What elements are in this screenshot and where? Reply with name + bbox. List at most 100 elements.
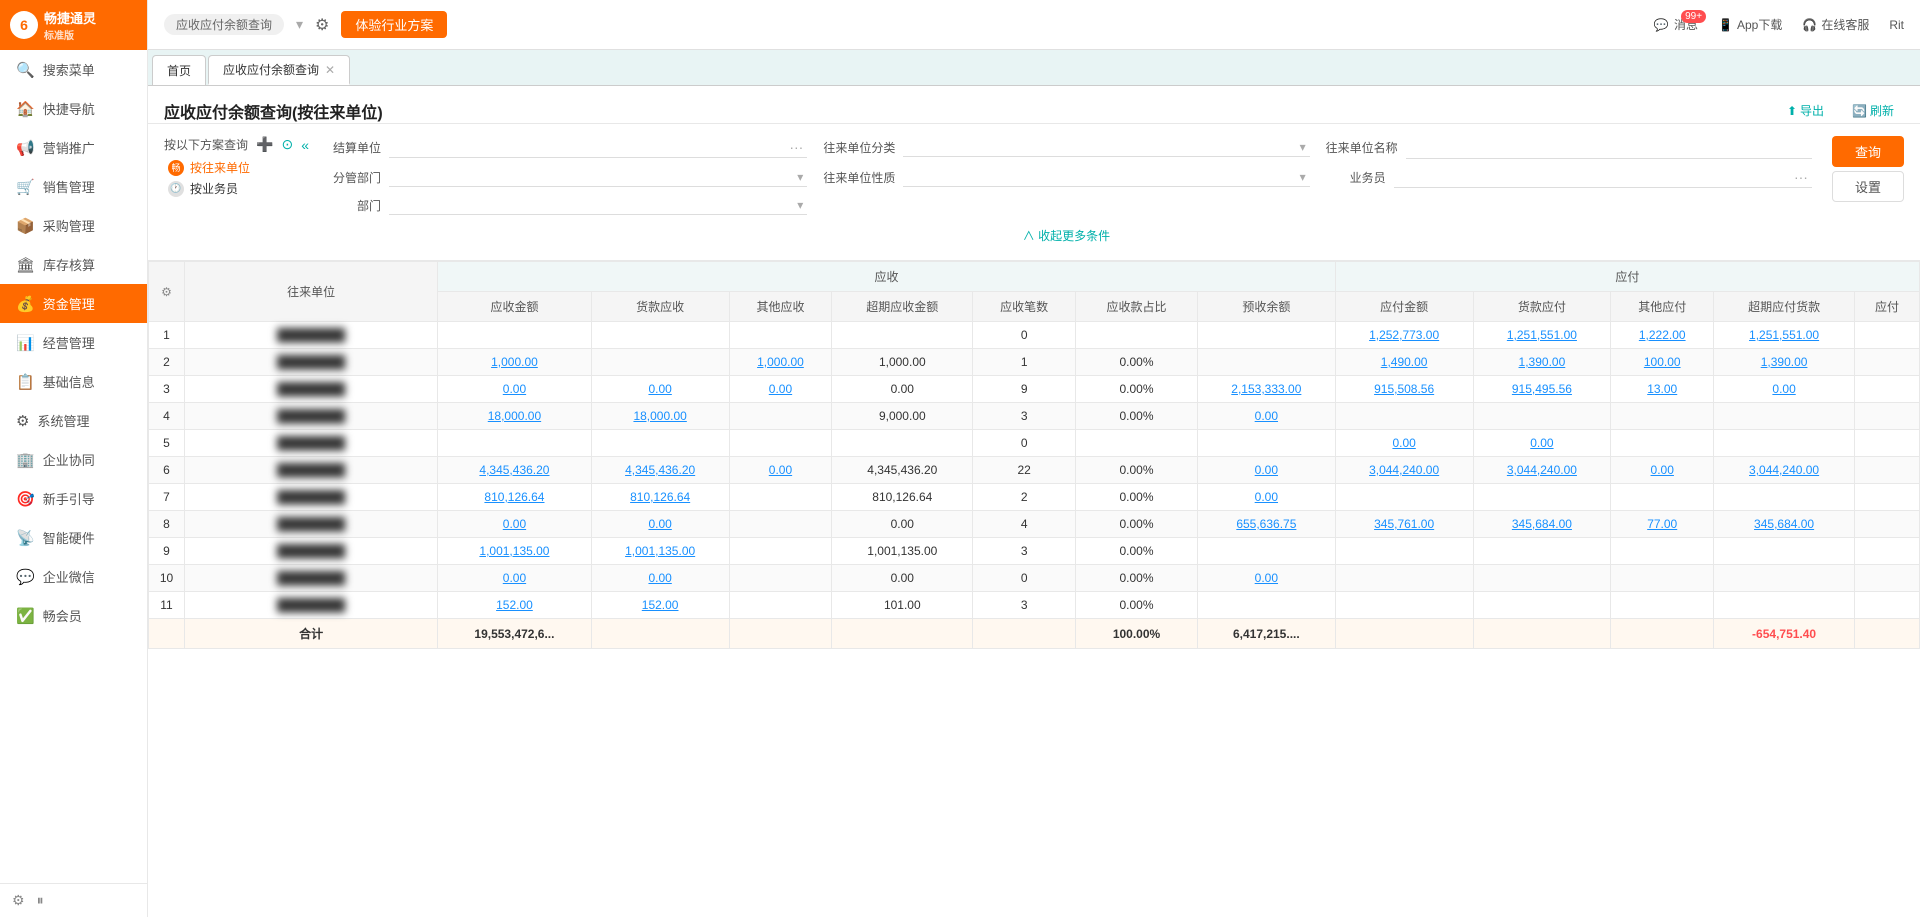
row-recv-amount-3: 18,000.00 — [438, 403, 592, 430]
row-recv-amount-2: 0.00 — [438, 376, 592, 403]
row-recv-overdue-6: 810,126.64 — [832, 484, 973, 511]
row-recv-prepay-7: 655,636.75 — [1197, 511, 1335, 538]
promo-button[interactable]: 体验行业方案 — [341, 11, 447, 38]
filter-field-department: 部门 ▾ — [321, 196, 807, 215]
filter-field-dept: 分管部门 ▾ — [321, 167, 807, 188]
app-download-icon: 📱 — [1718, 18, 1733, 32]
row-pay-overdue-10 — [1714, 592, 1855, 619]
row-num-9: 10 — [149, 565, 185, 592]
table-settings-icon[interactable]: ⚙ — [161, 285, 172, 299]
row-pay-overdue-9 — [1714, 565, 1855, 592]
sidebar-label-basic: 基础信息 — [43, 372, 95, 391]
row-num-2: 3 — [149, 376, 185, 403]
sidebar-item-search[interactable]: 🔍 搜索菜单 — [0, 50, 147, 89]
online-service-btn[interactable]: 🎧 在线客服 — [1802, 16, 1869, 33]
guide-icon: 🎯 — [16, 490, 35, 508]
filter-settings-scheme-icon[interactable]: ⊙ — [281, 136, 293, 153]
partner-nature-select[interactable]: ▾ — [903, 168, 1309, 187]
marketing-icon: 📢 — [16, 139, 35, 157]
sidebar-item-sales[interactable]: 🛒 销售管理 — [0, 167, 147, 206]
row-pay-amount-9 — [1335, 565, 1473, 592]
row-partner-0: ████████ — [185, 322, 438, 349]
row-recv-other-0 — [729, 322, 832, 349]
row-recv-amount-1: 1,000.00 — [438, 349, 592, 376]
basic-icon: 📋 — [16, 373, 35, 391]
scheme-by-salesman[interactable]: 🕐 按业务员 — [168, 178, 309, 199]
sidebar-label-sales: 销售管理 — [43, 177, 95, 196]
settlement-dotted-icon[interactable]: ··· — [789, 139, 803, 155]
refresh-button[interactable]: 🔄 刷新 — [1842, 98, 1904, 123]
partner-nature-label: 往来单位性质 — [823, 169, 895, 186]
row-pay-extra-7 — [1855, 511, 1920, 538]
row-recv-other-6 — [729, 484, 832, 511]
salesman-input[interactable]: ··· — [1394, 167, 1812, 188]
sales-icon: 🛒 — [16, 178, 35, 196]
export-button[interactable]: ⬆ 导出 — [1777, 98, 1834, 123]
settlement-input[interactable]: ··· — [389, 137, 807, 158]
sidebar-item-enterprise[interactable]: 🏢 企业协同 — [0, 440, 147, 479]
th-recv-prepay: 预收余额 — [1197, 292, 1335, 322]
member-icon: ✅ — [16, 607, 35, 625]
sidebar-item-purchase[interactable]: 📦 采购管理 — [0, 206, 147, 245]
sidebar-settings-btn[interactable]: ⚙ — [12, 892, 25, 909]
partner-nature-chevron-icon: ▾ — [1300, 170, 1306, 184]
row-pay-overdue-7: 345,684.00 — [1714, 511, 1855, 538]
row-pay-amount-3 — [1335, 403, 1473, 430]
row-pay-goods-0: 1,251,551.00 — [1473, 322, 1611, 349]
sidebar-label-quick: 快捷导航 — [43, 99, 95, 118]
row-recv-prepay-1 — [1197, 349, 1335, 376]
partner-name-input[interactable] — [1406, 136, 1812, 159]
query-button[interactable]: 查询 — [1832, 136, 1904, 167]
system-icon: ⚙ — [16, 412, 29, 430]
tab-close-icon[interactable]: ✕ — [325, 63, 335, 77]
row-recv-other-2: 0.00 — [729, 376, 832, 403]
collapse-bar[interactable]: ∧ 收起更多条件 — [321, 223, 1812, 248]
sidebar-label-enterprise: 企业协同 — [43, 450, 95, 469]
sidebar-label-wechat: 企业微信 — [43, 567, 95, 586]
purchase-icon: 📦 — [16, 217, 35, 235]
partner-category-select[interactable]: ▾ — [903, 138, 1309, 157]
th-receivable-group: 应收 — [438, 262, 1336, 292]
sidebar-item-system[interactable]: ⚙ 系统管理 — [0, 401, 147, 440]
sidebar-item-quick[interactable]: 🏠 快捷导航 — [0, 89, 147, 128]
tab-receivable[interactable]: 应收应付余额查询 ✕ — [208, 55, 350, 85]
salesman-dotted-icon[interactable]: ··· — [1794, 169, 1808, 185]
dept-select[interactable]: ▾ — [389, 168, 807, 187]
row-recv-goods-8: 1,001,135.00 — [591, 538, 729, 565]
row-pay-amount-5: 3,044,240.00 — [1335, 457, 1473, 484]
tab-home[interactable]: 首页 — [152, 55, 206, 85]
row-recv-other-3 — [729, 403, 832, 430]
sidebar-item-finance[interactable]: 💰 资金管理 — [0, 284, 147, 323]
sidebar-item-guide[interactable]: 🎯 新手引导 — [0, 479, 147, 518]
th-settings[interactable]: ⚙ — [149, 262, 185, 322]
sidebar-item-inventory[interactable]: 🏛 库存核算 — [0, 245, 147, 284]
topbar-right: 💬 消息 99+ 📱 App下载 🎧 在线客服 Rit — [1654, 16, 1904, 33]
row-num-5: 6 — [149, 457, 185, 484]
row-recv-overdue-3: 9,000.00 — [832, 403, 973, 430]
dept-chevron-icon: ▾ — [797, 170, 803, 184]
row-recv-ratio-8: 0.00% — [1076, 538, 1198, 565]
enterprise-icon: 🏢 — [16, 451, 35, 469]
filter-collapse-scheme-icon[interactable]: « — [301, 137, 309, 153]
sidebar-item-basic[interactable]: 📋 基础信息 — [0, 362, 147, 401]
message-btn[interactable]: 💬 消息 99+ — [1654, 16, 1698, 33]
user-name[interactable]: Rit — [1889, 18, 1904, 32]
footer-recv-prepay: 6,417,215.... — [1197, 619, 1335, 649]
scheme-by-partner[interactable]: 畅 按往来单位 — [168, 157, 309, 178]
sidebar-item-wechat[interactable]: 💬 企业微信 — [0, 557, 147, 596]
settings-button[interactable]: 设置 — [1832, 171, 1904, 202]
sidebar-item-marketing[interactable]: 📢 营销推广 — [0, 128, 147, 167]
row-pay-other-0: 1,222.00 — [1611, 322, 1714, 349]
sidebar-item-operation[interactable]: 📊 经营管理 — [0, 323, 147, 362]
sidebar-item-hardware[interactable]: 📡 智能硬件 — [0, 518, 147, 557]
th-recv-overdue: 超期应收金额 — [832, 292, 973, 322]
sidebar-item-member[interactable]: ✅ 畅会员 — [0, 596, 147, 635]
topbar-gear-icon[interactable]: ⚙ — [315, 15, 329, 35]
breadcrumb-chevron-icon[interactable]: ▾ — [296, 16, 303, 33]
sidebar-collapse-btn[interactable]: ⏸ — [37, 892, 44, 909]
filter-add-btn[interactable]: ➕ — [256, 136, 273, 153]
row-recv-other-7 — [729, 511, 832, 538]
department-select[interactable]: ▾ — [389, 196, 807, 215]
row-pay-amount-2: 915,508.56 — [1335, 376, 1473, 403]
app-download-btn[interactable]: 📱 App下载 — [1718, 16, 1782, 33]
